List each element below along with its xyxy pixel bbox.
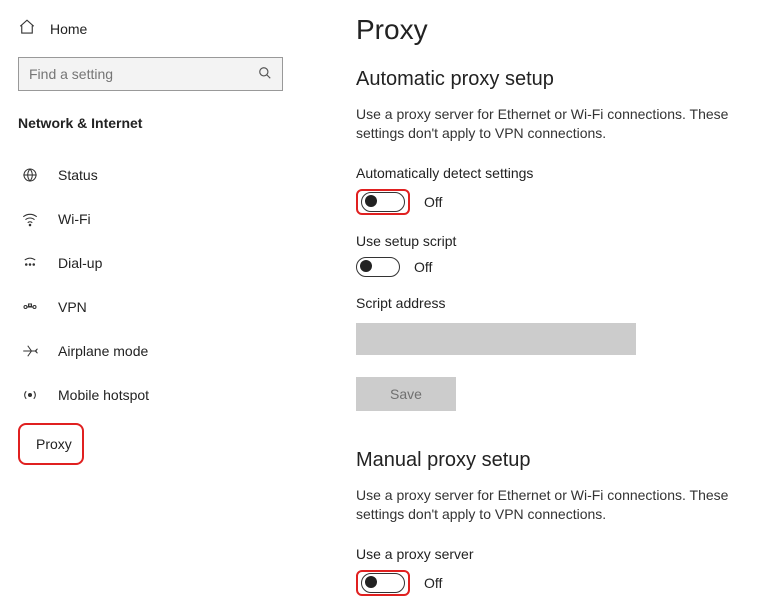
dialup-icon [20, 254, 40, 272]
script-address-input[interactable] [356, 323, 636, 355]
auto-section-desc: Use a proxy server for Ethernet or Wi-Fi… [356, 105, 764, 143]
wifi-icon [20, 210, 40, 228]
sidebar-item-wifi[interactable]: Wi-Fi [18, 197, 316, 241]
sidebar-item-label: Wi-Fi [58, 211, 91, 227]
airplane-icon [20, 342, 40, 360]
category-heading: Network & Internet [18, 115, 316, 131]
manual-section-desc: Use a proxy server for Ethernet or Wi-Fi… [356, 486, 764, 524]
sidebar-item-label: Proxy [36, 436, 72, 452]
highlight-use-proxy [356, 570, 410, 596]
home-icon [18, 18, 36, 39]
setup-script-state: Off [414, 259, 432, 275]
search-box[interactable] [18, 57, 283, 91]
script-address-label: Script address [356, 295, 764, 311]
use-proxy-label: Use a proxy server [356, 546, 764, 562]
sidebar-item-dialup[interactable]: Dial-up [18, 241, 316, 285]
search-icon [258, 66, 272, 83]
save-button[interactable]: Save [356, 377, 456, 411]
sidebar-item-status[interactable]: Status [18, 153, 316, 197]
auto-section-heading: Automatic proxy setup [356, 68, 764, 91]
use-proxy-toggle[interactable] [361, 573, 405, 593]
sidebar-item-label: Dial-up [58, 255, 102, 271]
sidebar-item-label: VPN [58, 299, 87, 315]
settings-main: Proxy Automatic proxy setup Use a proxy … [316, 0, 784, 600]
search-input[interactable] [29, 66, 258, 82]
auto-detect-label: Automatically detect settings [356, 165, 764, 181]
home-nav[interactable]: Home [18, 18, 316, 39]
hotspot-icon [20, 386, 40, 404]
auto-detect-state: Off [424, 194, 442, 210]
highlight-auto-detect [356, 189, 410, 215]
settings-sidebar: Home Network & Internet Status Wi-Fi Dia… [0, 0, 316, 600]
setup-script-toggle[interactable] [356, 257, 400, 277]
sidebar-item-label: Mobile hotspot [58, 387, 149, 403]
sidebar-item-label: Airplane mode [58, 343, 148, 359]
status-icon [20, 166, 40, 184]
vpn-icon [20, 298, 40, 316]
use-proxy-state: Off [424, 575, 442, 591]
sidebar-item-label: Status [58, 167, 98, 183]
page-title: Proxy [356, 14, 764, 46]
sidebar-item-hotspot[interactable]: Mobile hotspot [18, 373, 316, 417]
setup-script-label: Use setup script [356, 233, 764, 249]
sidebar-item-vpn[interactable]: VPN [18, 285, 316, 329]
manual-section-heading: Manual proxy setup [356, 449, 764, 472]
sidebar-item-airplane[interactable]: Airplane mode [18, 329, 316, 373]
home-label: Home [50, 21, 87, 37]
auto-detect-toggle[interactable] [361, 192, 405, 212]
sidebar-item-proxy[interactable]: Proxy [18, 423, 84, 465]
